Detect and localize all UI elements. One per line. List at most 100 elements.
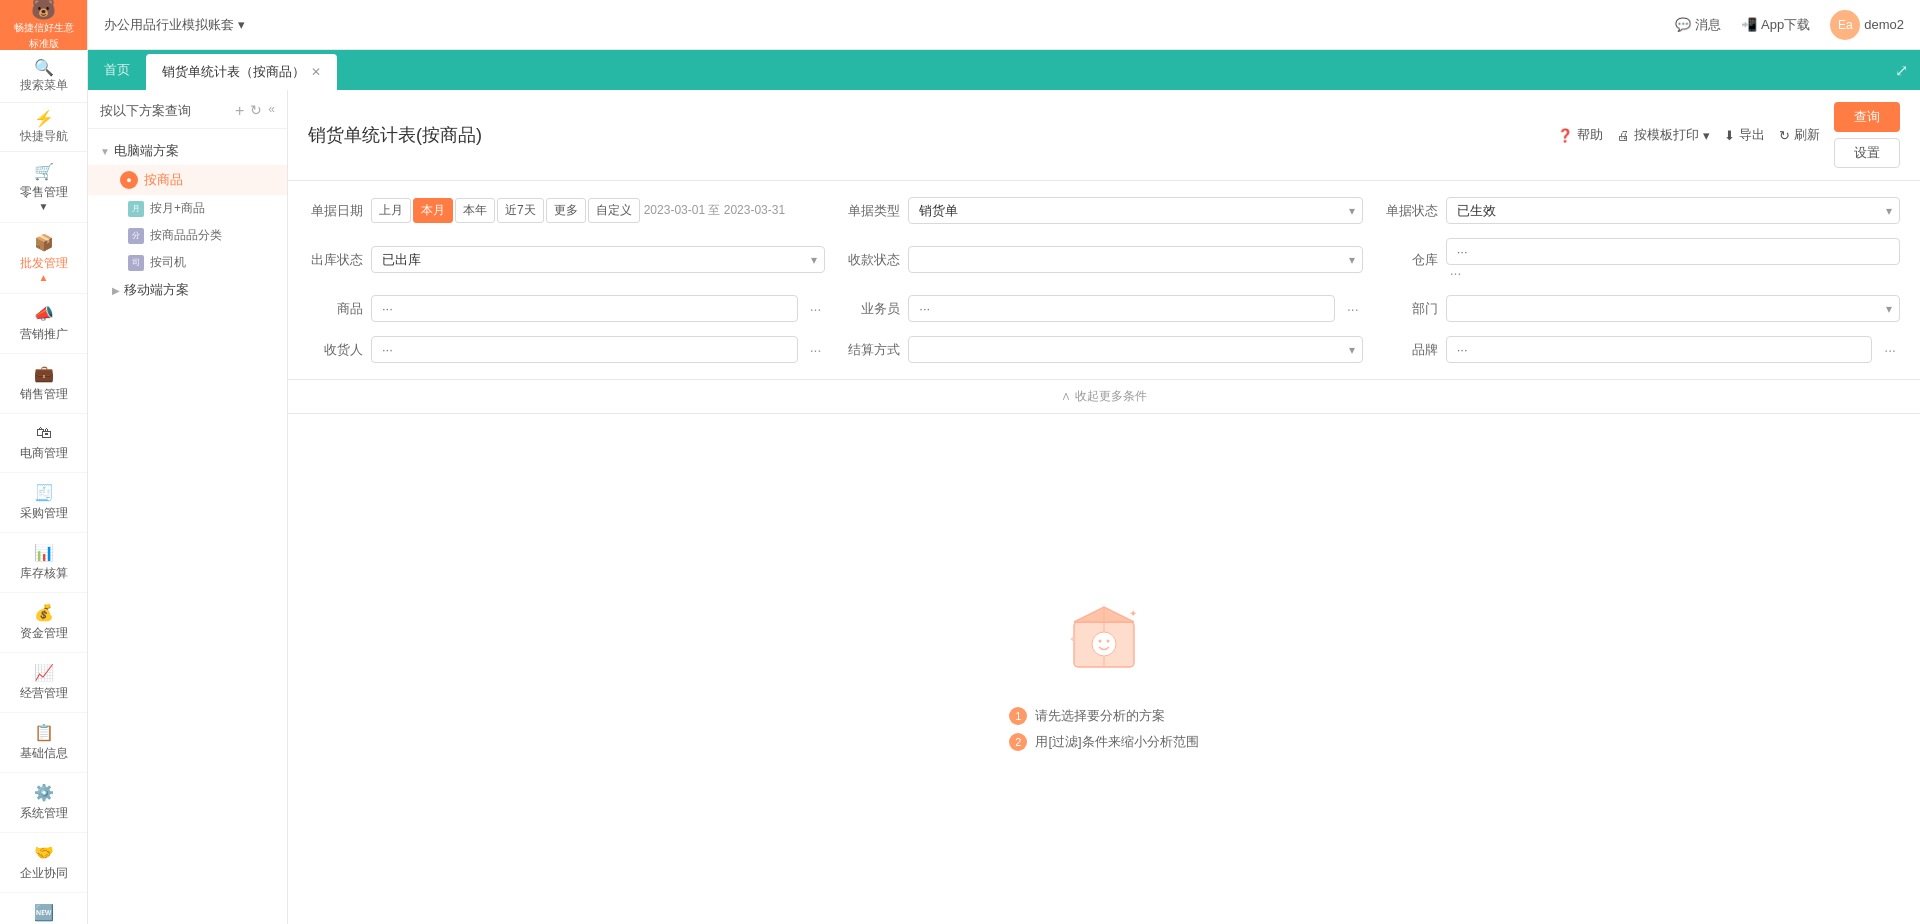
doc-status-select[interactable]: 已生效 [1446, 197, 1900, 224]
sidebar-item-operations[interactable]: 📈 经营管理 [0, 653, 87, 713]
sidebar-item-enterprise-coop[interactable]: 🤝 企业协同 [0, 833, 87, 893]
doc-type-select[interactable]: 销货单 [908, 197, 1362, 224]
print-dropdown-icon: ▾ [1703, 128, 1710, 143]
date-btn-custom[interactable]: 自定义 [588, 198, 640, 223]
add-scheme-btn[interactable]: + [235, 102, 244, 120]
inventory-icon: 📊 [34, 543, 54, 562]
export-btn[interactable]: ⬇ 导出 [1724, 126, 1765, 144]
filter-row-4: 收货人 ··· 结算方式 [308, 336, 1900, 363]
brand-dots-btn[interactable]: ··· [1880, 342, 1900, 358]
refresh-scheme-btn[interactable]: ↻ [250, 102, 262, 120]
out-status-select[interactable]: 已出库 [371, 246, 825, 273]
sidebar: 🐻 畅捷信好生意 标准版 🔍 搜索菜单 ⚡ 快捷导航 🛒 零售管理 ▼ 📦 批发… [0, 0, 88, 924]
sidebar-item-sales[interactable]: 💼 销售管理 [0, 354, 87, 414]
sidebar-item-finance[interactable]: 💰 资金管理 [0, 593, 87, 653]
date-btn-more[interactable]: 更多 [546, 198, 586, 223]
field-brand: 品牌 ··· [1383, 336, 1900, 363]
department-select[interactable] [1446, 295, 1900, 322]
collapse-bar[interactable]: ∧ 收起更多条件 [288, 380, 1920, 414]
date-btn-this-year[interactable]: 本年 [455, 198, 495, 223]
sidebar-item-search-menu[interactable]: 🔍 搜索菜单 [0, 50, 87, 103]
content-area: 按以下方案查询 + ↻ « ▼ 电脑端方案 ● 按商品 [88, 90, 1920, 924]
receiver-dots-btn[interactable]: ··· [806, 342, 826, 358]
tab-expand-btn[interactable]: ⤢ [1883, 61, 1920, 80]
brand-input[interactable] [1446, 336, 1873, 363]
tree-group-desktop-header[interactable]: ▼ 电脑端方案 [88, 137, 287, 165]
field-out-status: 出库状态 已出库 [308, 246, 825, 273]
product-dots-btn[interactable]: ··· [806, 301, 826, 317]
warehouse-control: ··· [1446, 238, 1900, 281]
payment-select[interactable] [908, 336, 1362, 363]
salesperson-dots-btn[interactable]: ··· [1343, 301, 1363, 317]
sidebar-item-new-user[interactable]: 🆕 新手引导 [0, 893, 87, 924]
sidebar-item-basic-info[interactable]: 📋 基础信息 [0, 713, 87, 773]
settings-button[interactable]: 设置 [1834, 138, 1900, 168]
logo-text: 畅捷信好生意 [14, 21, 74, 35]
salesperson-label: 业务员 [845, 300, 900, 318]
warehouse-dots-btn[interactable]: ··· [1446, 265, 1466, 281]
download-icon: 📲 [1741, 17, 1757, 32]
date-btn-7days[interactable]: 近7天 [497, 198, 544, 223]
template-print-btn[interactable]: 🖨 按模板打印 ▾ [1617, 126, 1710, 144]
page-title-bar: 销货单统计表(按商品) ❓ 帮助 🖨 按模板打印 ▾ ⬇ 导出 [288, 90, 1920, 181]
panel-header: 按以下方案查询 + ↻ « [88, 90, 287, 129]
logo-icon: 🐻 [31, 0, 56, 19]
sidebar-item-marketing[interactable]: 📣 营销推广 [0, 294, 87, 354]
sidebar-item-quick-nav[interactable]: ⚡ 快捷导航 [0, 103, 87, 152]
tab-sales-stat[interactable]: 销货单统计表（按商品） ✕ [146, 54, 337, 90]
tree-item-by-category[interactable]: 分 按商品品分类 [88, 222, 287, 249]
field-receiver: 收货人 ··· [308, 336, 825, 363]
tree-group-mobile[interactable]: ▶ 移动端方案 [88, 276, 287, 304]
field-salesperson: 业务员 ··· [845, 295, 1362, 322]
sidebar-item-retail[interactable]: 🛒 零售管理 ▼ [0, 152, 87, 223]
tree-item-by-month-product[interactable]: 月 按月+商品 [88, 195, 287, 222]
warehouse-input[interactable] [1446, 238, 1900, 265]
date-btn-last-month[interactable]: 上月 [371, 198, 411, 223]
receiver-control [371, 336, 798, 363]
salesperson-input[interactable] [908, 295, 1335, 322]
date-btn-this-month[interactable]: 本月 [413, 198, 453, 223]
field-warehouse: 仓库 ··· [1383, 238, 1900, 281]
user-avatar[interactable]: Ea demo2 [1830, 10, 1904, 40]
tree-group-desktop: ▼ 电脑端方案 ● 按商品 月 按月+商品 分 按商品品分类 [88, 137, 287, 276]
tab-bar: 首页 销货单统计表（按商品） ✕ ⤢ [88, 50, 1920, 90]
sidebar-item-system[interactable]: ⚙️ 系统管理 [0, 773, 87, 833]
sidebar-item-inventory[interactable]: 📊 库存核算 [0, 533, 87, 593]
chevron-icon: ▼ [39, 201, 49, 212]
collapse-panel-btn[interactable]: « [268, 102, 275, 120]
tab-home[interactable]: 首页 [88, 50, 146, 90]
page-title: 销货单统计表(按商品) [308, 123, 482, 159]
field-collect-status: 收款状态 [845, 246, 1362, 273]
message-btn[interactable]: 💬 消息 [1675, 16, 1721, 34]
sidebar-item-ecommerce[interactable]: 🛍 电商管理 [0, 414, 87, 473]
sidebar-item-wholesale[interactable]: 📦 批发管理 ▲ [0, 223, 87, 294]
query-button[interactable]: 查询 [1834, 102, 1900, 132]
payment-wrapper [908, 336, 1362, 363]
empty-tip-1: 1 请先选择要分析的方案 [1009, 707, 1198, 725]
collect-status-select[interactable] [908, 246, 1362, 273]
tree-sub-icon-driver: 司 [128, 255, 144, 271]
purchase-icon: 🧾 [34, 483, 54, 502]
tree-item-by-product[interactable]: ● 按商品 [88, 165, 287, 195]
tip-num-2: 2 [1009, 733, 1027, 751]
date-label: 单据日期 [308, 202, 363, 220]
logo-subtext: 标准版 [29, 37, 59, 51]
header-right: 💬 消息 📲 App下载 Ea demo2 [1675, 10, 1904, 40]
tab-close-btn[interactable]: ✕ [311, 65, 321, 79]
filter-row-1: 单据日期 上月 本月 本年 近7天 更多 自定义 2023-03-01 至 20… [308, 197, 1900, 224]
product-control [371, 295, 798, 322]
operations-icon: 📈 [34, 663, 54, 682]
tree-mobile-expand-icon: ▶ [112, 285, 120, 296]
sidebar-item-purchase[interactable]: 🧾 采购管理 [0, 473, 87, 533]
help-btn[interactable]: ❓ 帮助 [1557, 126, 1603, 144]
product-input[interactable] [371, 295, 798, 322]
empty-tip-2: 2 用[过滤]条件来缩小分析范围 [1009, 733, 1198, 751]
receiver-input[interactable] [371, 336, 798, 363]
filter-form: 单据日期 上月 本月 本年 近7天 更多 自定义 2023-03-01 至 20… [288, 181, 1920, 380]
app-download-btn[interactable]: 📲 App下载 [1741, 16, 1810, 34]
tree-item-by-driver[interactable]: 司 按司机 [88, 249, 287, 276]
refresh-btn[interactable]: ↻ 刷新 [1779, 126, 1820, 144]
top-header: 办公用品行业模拟账套 ▾ 💬 消息 📲 App下载 Ea demo2 [88, 0, 1920, 50]
industry-selector[interactable]: 办公用品行业模拟账套 ▾ [104, 16, 245, 34]
industry-label: 办公用品行业模拟账套 [104, 16, 234, 34]
